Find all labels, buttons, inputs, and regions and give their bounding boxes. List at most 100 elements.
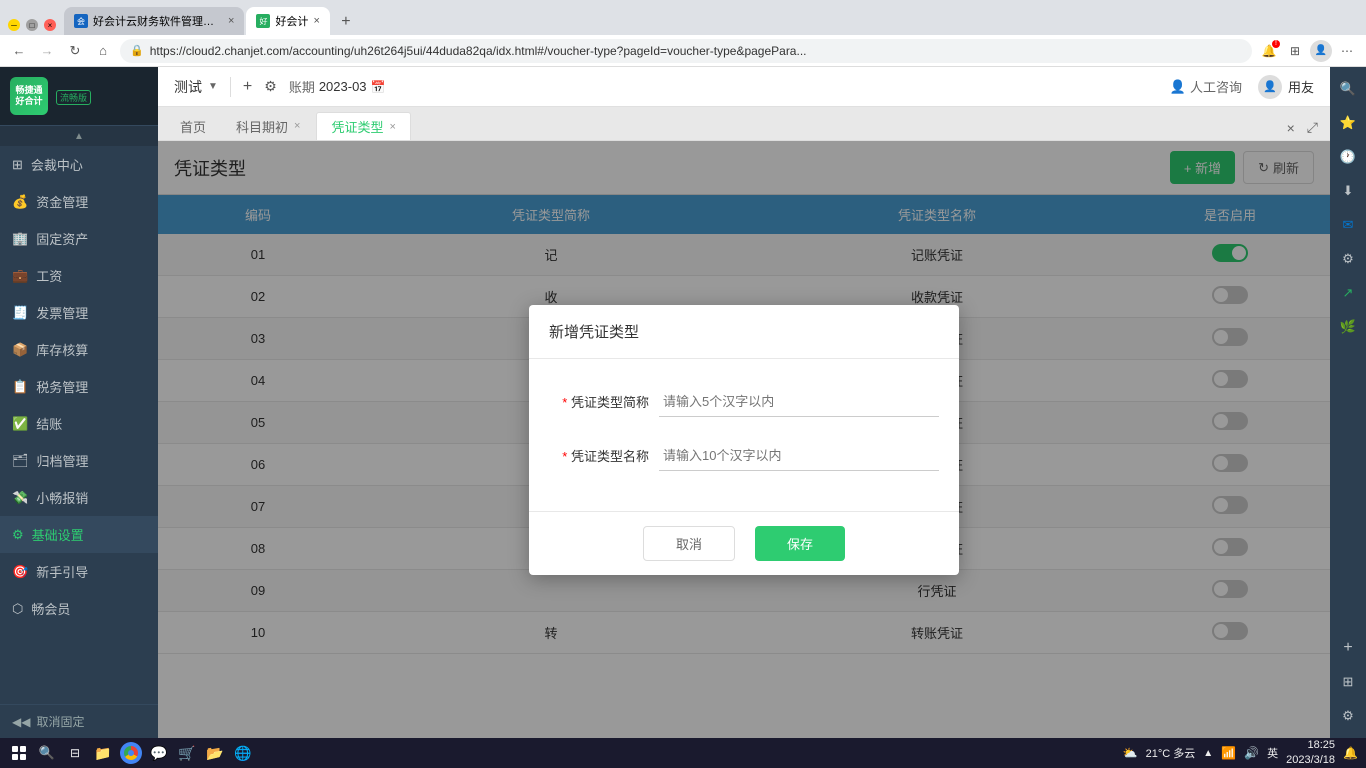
search-taskbar-btn[interactable]: 🔍: [36, 742, 58, 764]
user-label: 用友: [1288, 77, 1314, 96]
lang-indicator: 英: [1267, 745, 1278, 761]
right-send-btn[interactable]: ↗: [1334, 279, 1362, 307]
add-workspace-btn[interactable]: +: [243, 78, 252, 96]
sidebar-footer[interactable]: ◀◀ 取消固定: [0, 704, 158, 738]
logo-badge: 流畅版: [56, 90, 91, 105]
save-btn[interactable]: 保存: [755, 526, 845, 561]
nav-item-member[interactable]: ⬡ 畅会员: [0, 590, 158, 627]
nav-item-settlement[interactable]: ✅ 结账: [0, 405, 158, 442]
subject-init-close-icon[interactable]: ×: [294, 120, 300, 132]
close-window-btn[interactable]: ×: [44, 19, 56, 31]
tab1-close[interactable]: ×: [228, 15, 234, 27]
date: 2023/3/18: [1286, 753, 1335, 768]
profile-btn[interactable]: 👤: [1310, 40, 1332, 62]
maximize-btn[interactable]: □: [26, 19, 38, 31]
abbr-input[interactable]: [659, 387, 939, 417]
page-tabs: 首页 科目期初 × 凭证类型 × × ⤢: [158, 107, 1330, 141]
page-tab-home[interactable]: 首页: [166, 112, 220, 140]
nav-item-invoice[interactable]: 🧾 发票管理: [0, 294, 158, 331]
settings-btn[interactable]: ⚙: [264, 78, 277, 95]
unpin-label: 取消固定: [36, 713, 84, 730]
window-controls[interactable]: ─ □ ×: [8, 19, 56, 35]
right-extra-btn[interactable]: 🌿: [1334, 313, 1362, 341]
form-row-abbr: * 凭证类型简称: [549, 387, 939, 417]
taskbar-wechat[interactable]: 💬: [148, 742, 170, 764]
nav-item-fixed-assets[interactable]: 🏢 固定资产: [0, 220, 158, 257]
calendar-icon: 📅: [371, 80, 386, 94]
notification-icon: 🔔: [1343, 746, 1358, 760]
tab-expand-btn[interactable]: ⤢: [1303, 119, 1322, 136]
nav-item-capital[interactable]: 💰 资金管理: [0, 183, 158, 220]
back-btn[interactable]: ←: [8, 40, 30, 62]
user-info[interactable]: 👤 用友: [1258, 75, 1314, 99]
name-input[interactable]: [659, 441, 939, 471]
payroll-icon: 💼: [12, 268, 28, 284]
minimize-btn[interactable]: ─: [8, 19, 20, 31]
right-config-btn[interactable]: ⚙: [1334, 702, 1362, 730]
modal-overlay: 新增凭证类型 * 凭证类型简称 *: [158, 141, 1330, 738]
taskbar-folder2[interactable]: 📂: [204, 742, 226, 764]
taskbar-edge[interactable]: 🌐: [232, 742, 254, 764]
expense-icon: 💸: [12, 490, 28, 506]
taskbar-chrome[interactable]: [120, 742, 142, 764]
unpin-icon: ◀◀: [12, 715, 30, 729]
nav-item-dashboard[interactable]: ⊞ 会裁中心: [0, 146, 158, 183]
forward-btn[interactable]: →: [36, 40, 58, 62]
browser-chrome: ─ □ × 会 好会计云财务软件管理系统_会计 × 好 好会计 × +: [0, 0, 1366, 35]
reload-btn[interactable]: ↻: [64, 40, 86, 62]
browser-tab-2[interactable]: 好 好会计 ×: [246, 7, 329, 35]
right-search-btn[interactable]: 🔍: [1334, 75, 1362, 103]
page-tab-subject-init[interactable]: 科目期初 ×: [222, 112, 314, 140]
archive-icon: 🗂: [12, 453, 29, 469]
right-apps-btn[interactable]: ⚙: [1334, 245, 1362, 273]
taskbar-file-explorer[interactable]: 📁: [92, 742, 114, 764]
nav-item-inventory[interactable]: 📦 库存核算: [0, 331, 158, 368]
invoice-icon: 🧾: [12, 305, 28, 321]
right-history-btn[interactable]: 🕐: [1334, 143, 1362, 171]
nav-item-archive[interactable]: 🗂 归档管理: [0, 442, 158, 479]
tab-expand-controls: × ⤢: [1283, 119, 1322, 140]
url-bar[interactable]: 🔒 https://cloud2.chanjet.com/accounting/…: [120, 39, 1252, 63]
page-content: 凭证类型 + 新增 ↻ 刷新 编码: [158, 141, 1330, 738]
nav-item-payroll[interactable]: 💼 工资: [0, 257, 158, 294]
abbr-label-text: 凭证类型简称: [571, 395, 649, 410]
inventory-icon: 📦: [12, 342, 28, 358]
workspace-selector[interactable]: 测试 ▼: [174, 77, 218, 97]
start-btn[interactable]: [8, 742, 30, 764]
tab2-title: 好会计: [275, 13, 308, 29]
logo-icon: 畅捷通好合计: [10, 77, 48, 115]
right-outlook-btn[interactable]: ✉: [1334, 211, 1362, 239]
period-label: 账期: [289, 77, 315, 96]
form-row-name: * 凭证类型名称: [549, 441, 939, 471]
period-info: 账期 2023-03 📅: [289, 77, 386, 96]
voucher-type-close-icon[interactable]: ×: [389, 121, 395, 133]
taskbar-microsoft-store[interactable]: 🛒: [176, 742, 198, 764]
right-star-btn[interactable]: ⭐: [1334, 109, 1362, 137]
page-tab-voucher-type[interactable]: 凭证类型 ×: [316, 112, 410, 140]
tax-icon: 📋: [12, 379, 28, 395]
weather-text: 21°C 多云: [1146, 745, 1196, 761]
right-download-btn[interactable]: ⬇: [1334, 177, 1362, 205]
task-view-btn[interactable]: ⊟: [64, 742, 86, 764]
right-grid-btn[interactable]: ⊞: [1334, 668, 1362, 696]
user-avatar: 👤: [1258, 75, 1282, 99]
nav-item-tax[interactable]: 📋 税务管理: [0, 368, 158, 405]
tab-minimize-btn[interactable]: ×: [1283, 119, 1299, 136]
browser-action-area: 🔔! ⊞ 👤 ⋯: [1258, 40, 1358, 62]
more-btn[interactable]: ⋯: [1336, 40, 1358, 62]
time-display: 18:25 2023/3/18: [1286, 738, 1335, 768]
weather-icon: ⛅: [1123, 746, 1138, 760]
nav-item-expense[interactable]: 💸 小畅报销: [0, 479, 158, 516]
caret-up-icon: ▲: [1203, 748, 1213, 759]
bookmark-btn[interactable]: ⊞: [1284, 40, 1306, 62]
nav-item-settings[interactable]: ⚙ 基础设置: [0, 516, 158, 553]
new-tab-btn[interactable]: +: [332, 11, 360, 35]
extensions-btn[interactable]: 🔔!: [1258, 40, 1280, 62]
tab2-close[interactable]: ×: [313, 15, 319, 27]
help-btn[interactable]: 👤 人工咨询: [1170, 77, 1242, 96]
nav-item-guide[interactable]: 🎯 新手引导: [0, 553, 158, 590]
cancel-btn[interactable]: 取消: [643, 526, 735, 561]
home-btn[interactable]: ⌂: [92, 40, 114, 62]
right-add-btn[interactable]: +: [1334, 634, 1362, 662]
browser-tab-1[interactable]: 会 好会计云财务软件管理系统_会计 ×: [64, 7, 244, 35]
